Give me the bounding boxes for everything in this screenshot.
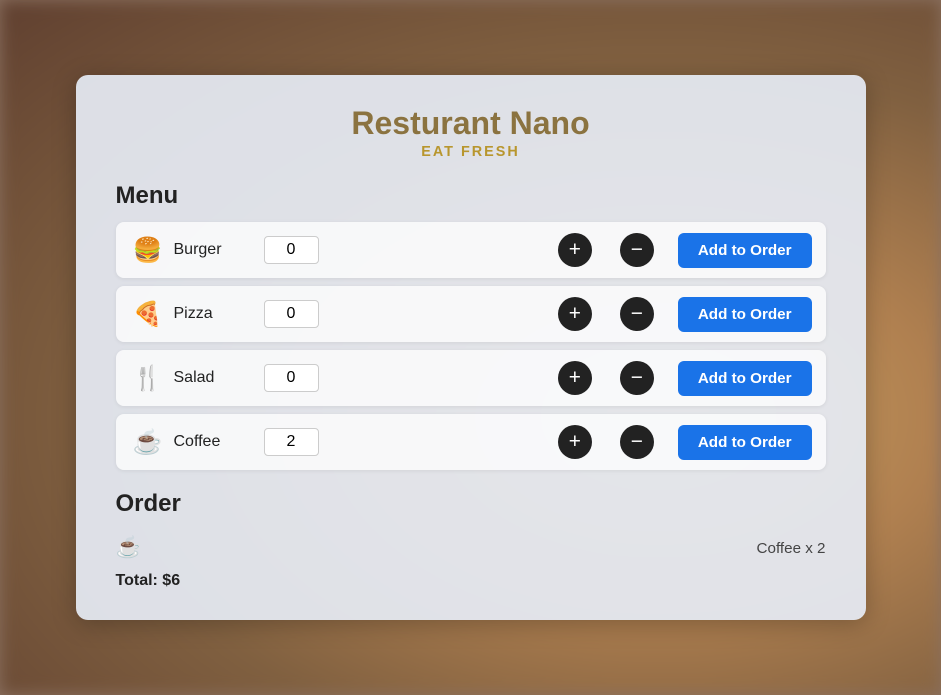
- menu-item-salad: 🍴 Salad + − Add to Order: [116, 350, 826, 406]
- burger-label: Burger: [174, 241, 264, 259]
- order-coffee-icon: ☕: [116, 536, 142, 560]
- salad-qty-input[interactable]: [264, 364, 319, 392]
- menu-item-burger: 🍔 Burger + − Add to Order: [116, 222, 826, 278]
- order-title: Order: [116, 490, 826, 518]
- salad-label: Salad: [174, 369, 264, 387]
- menu-item-coffee: ☕ Coffee + − Add to Order: [116, 414, 826, 470]
- order-total: Total: $6: [116, 572, 826, 590]
- pizza-icon: 🍕: [130, 296, 166, 332]
- burger-qty-input[interactable]: [264, 236, 319, 264]
- menu-title: Menu: [116, 182, 826, 210]
- coffee-icon: ☕: [130, 424, 166, 460]
- burger-increment-button[interactable]: +: [558, 233, 592, 267]
- menu-section: Menu 🍔 Burger + − Add to Order 🍕 Pizza +…: [116, 182, 826, 470]
- salad-add-to-order-button[interactable]: Add to Order: [678, 361, 812, 396]
- restaurant-name: Resturant Nano: [116, 105, 826, 142]
- coffee-add-to-order-button[interactable]: Add to Order: [678, 425, 812, 460]
- pizza-qty-input[interactable]: [264, 300, 319, 328]
- order-section: Order ☕ Coffee x 2 Total: $6: [116, 490, 826, 590]
- order-coffee-label: Coffee x 2: [151, 540, 825, 557]
- pizza-label: Pizza: [174, 305, 264, 323]
- burger-add-to-order-button[interactable]: Add to Order: [678, 233, 812, 268]
- pizza-add-to-order-button[interactable]: Add to Order: [678, 297, 812, 332]
- coffee-decrement-button[interactable]: −: [620, 425, 654, 459]
- burger-icon: 🍔: [130, 232, 166, 268]
- salad-increment-button[interactable]: +: [558, 361, 592, 395]
- order-item-coffee: ☕ Coffee x 2: [116, 530, 826, 566]
- coffee-label: Coffee: [174, 433, 264, 451]
- menu-item-pizza: 🍕 Pizza + − Add to Order: [116, 286, 826, 342]
- burger-decrement-button[interactable]: −: [620, 233, 654, 267]
- coffee-increment-button[interactable]: +: [558, 425, 592, 459]
- coffee-qty-input[interactable]: [264, 428, 319, 456]
- salad-decrement-button[interactable]: −: [620, 361, 654, 395]
- salad-icon: 🍴: [130, 360, 166, 396]
- main-card: Resturant Nano EAT FRESH Menu 🍔 Burger +…: [76, 75, 866, 620]
- pizza-increment-button[interactable]: +: [558, 297, 592, 331]
- restaurant-tagline: EAT FRESH: [116, 144, 826, 160]
- pizza-decrement-button[interactable]: −: [620, 297, 654, 331]
